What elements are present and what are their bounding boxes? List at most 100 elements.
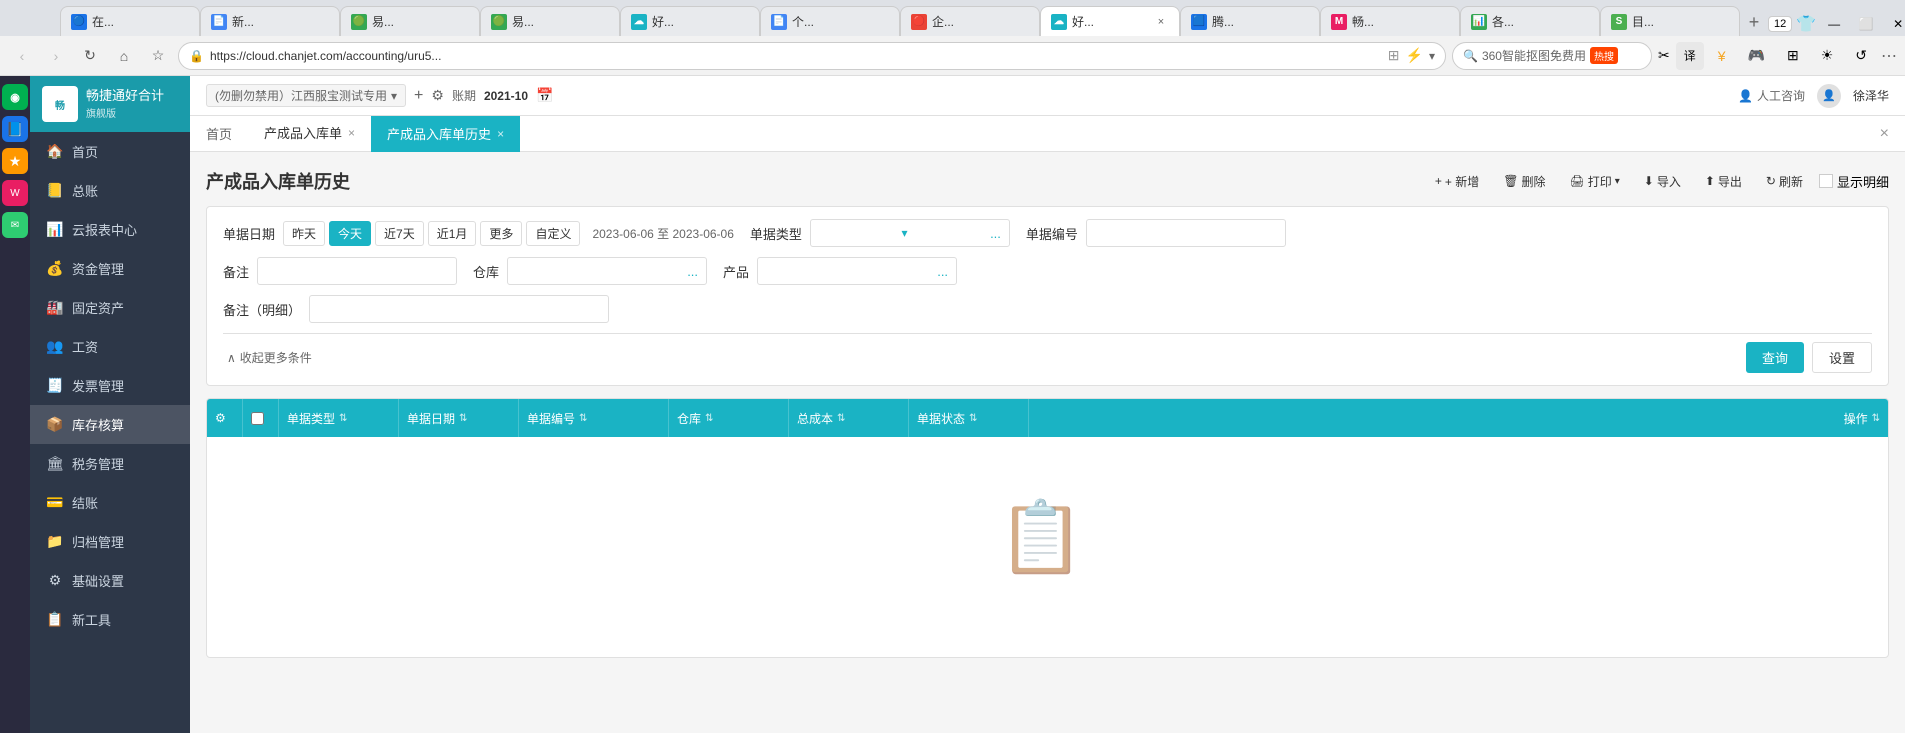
maximize-button[interactable]: ⬜	[1852, 12, 1880, 36]
close-button[interactable]: ✕	[1884, 12, 1905, 36]
sidebar-item-basic[interactable]: ⚙基础设置	[30, 561, 190, 600]
type-ellipsis[interactable]: ...	[990, 226, 1001, 241]
browser-tab-t12[interactable]: S目...	[1600, 6, 1740, 36]
print-button[interactable]: 🖨 打印 ▾	[1561, 169, 1627, 194]
sidebar-item-ledger[interactable]: 📒总账	[30, 171, 190, 210]
type-select[interactable]: ▾ ...	[810, 219, 1010, 247]
account-selector[interactable]: (勿删勿禁用）江西服宝测试专用 ▾	[206, 84, 406, 107]
tab-close-t8[interactable]: ×	[1153, 14, 1169, 30]
table-settings-icon[interactable]: ⚙	[215, 411, 226, 425]
sidebar-item-new_report[interactable]: 📋新工具	[30, 600, 190, 639]
app-icon-orange[interactable]: ★	[2, 148, 28, 174]
sidebar-logo: 畅	[42, 86, 78, 122]
date-filter-自定义[interactable]: 自定义	[526, 221, 580, 246]
warehouse-select[interactable]: ...	[507, 257, 707, 285]
product-select[interactable]: ...	[757, 257, 957, 285]
browser-tab-t8[interactable]: ☁好...×	[1040, 6, 1180, 36]
collapse-button[interactable]: ∧ 收起更多条件	[223, 345, 316, 370]
sidebar-item-inventory[interactable]: 📦库存核算	[30, 405, 190, 444]
browser-tab-t9[interactable]: 🟦腾...	[1180, 6, 1320, 36]
scissors-icon[interactable]: ✂	[1658, 47, 1670, 64]
sun-btn[interactable]: ☀	[1813, 42, 1842, 70]
tab-list-close[interactable]: ×	[348, 126, 355, 140]
refresh-button[interactable]: ↻ 刷新	[1758, 169, 1811, 194]
sidebar-brand-sub: 旗舰版	[86, 105, 164, 120]
date-filter-近7天[interactable]: 近7天	[375, 221, 424, 246]
delete-button[interactable]: 🗑 删除	[1495, 169, 1553, 194]
export-button[interactable]: ⬆ 导出	[1697, 169, 1750, 194]
app-icon-red[interactable]: W	[2, 180, 28, 206]
note-detail-input[interactable]	[309, 295, 609, 323]
tab-icon-t9: 🟦	[1191, 14, 1207, 30]
undo-btn[interactable]: ↺	[1847, 42, 1875, 70]
breadcrumb-home[interactable]: 首页	[206, 124, 232, 143]
th-checkbox[interactable]	[243, 399, 279, 437]
date-filter-更多[interactable]: 更多	[480, 221, 522, 246]
browser-tab-t2[interactable]: 📄新...	[200, 6, 340, 36]
sidebar-item-invoice[interactable]: 🧾发票管理	[30, 366, 190, 405]
home-button[interactable]: ⌂	[110, 42, 138, 70]
new-tab-button[interactable]: +	[1740, 8, 1768, 36]
tab-list-page[interactable]: 产成品入库单 ×	[248, 116, 371, 152]
search-bar[interactable]: 🔍 360智能抠图免费用 热搜	[1452, 42, 1652, 70]
sidebar-icon-tax: 🏛	[46, 455, 64, 472]
browser-tab-t11[interactable]: 📊各...	[1460, 6, 1600, 36]
sidebar-item-payroll[interactable]: 👥工资	[30, 327, 190, 366]
user-avatar[interactable]: 👤	[1817, 84, 1841, 108]
url-bar[interactable]: 🔒 https://cloud.chanjet.com/accounting/u…	[178, 42, 1446, 70]
sidebar-item-fund[interactable]: 💰资金管理	[30, 249, 190, 288]
translate-btn[interactable]: 译	[1676, 42, 1704, 70]
forward-button[interactable]: ›	[42, 42, 70, 70]
browser-tab-t6[interactable]: 📄个...	[760, 6, 900, 36]
browser-tab-t4[interactable]: 🟢易...	[480, 6, 620, 36]
sidebar-item-tax[interactable]: 🏛税务管理	[30, 444, 190, 483]
content-header: (勿删勿禁用）江西服宝测试专用 ▾ + ⚙ 账期 2021-10 📅 👤 人工咨…	[190, 76, 1905, 116]
refresh-button[interactable]: ↻	[76, 42, 104, 70]
minimize-button[interactable]: —	[1820, 12, 1848, 36]
add-account-button[interactable]: +	[414, 87, 423, 105]
warehouse-ellipsis[interactable]: ...	[687, 264, 698, 279]
human-service-button[interactable]: 👤 人工咨询	[1738, 87, 1805, 104]
settings-button[interactable]: 设置	[1812, 342, 1872, 373]
sidebar-item-fixed_asset[interactable]: 🏭固定资产	[30, 288, 190, 327]
date-filter-昨天[interactable]: 昨天	[283, 221, 325, 246]
product-ellipsis[interactable]: ...	[937, 264, 948, 279]
browser-tab-t10[interactable]: M畅...	[1320, 6, 1460, 36]
collapse-section: ∧ 收起更多条件 查询 设置	[223, 333, 1872, 373]
grid-btn[interactable]: ⊞	[1779, 42, 1807, 70]
person-icon: 👤	[1738, 89, 1753, 103]
th-cost: 总成本⇅	[789, 399, 909, 437]
show-detail-checkbox[interactable]	[1819, 174, 1833, 188]
yuan-btn[interactable]: ¥	[1710, 42, 1734, 70]
date-filter-近1月[interactable]: 近1月	[428, 221, 477, 246]
sidebar-item-settlement[interactable]: 💳结账	[30, 483, 190, 522]
close-panel-button[interactable]: ×	[1880, 125, 1905, 143]
sidebar-item-archive[interactable]: 📁归档管理	[30, 522, 190, 561]
back-button[interactable]: ‹	[8, 42, 36, 70]
browser-tab-t1[interactable]: 🔵在...	[60, 6, 200, 36]
note-input[interactable]	[257, 257, 457, 285]
app-icon-green[interactable]: ✉	[2, 212, 28, 238]
dropdown-icon[interactable]: ▾	[1429, 49, 1435, 63]
date-filter-今天[interactable]: 今天	[329, 221, 371, 246]
settings-icon[interactable]: ⚙	[431, 87, 444, 104]
game-btn[interactable]: 🎮	[1740, 42, 1773, 70]
browser-tab-t7[interactable]: 🔴企...	[900, 6, 1040, 36]
sidebar-item-cloud_report[interactable]: 📊云报表中心	[30, 210, 190, 249]
add-button[interactable]: + + 新增	[1427, 169, 1487, 194]
query-button[interactable]: 查询	[1746, 342, 1804, 373]
tab-history-page[interactable]: 产成品入库单历史 ×	[371, 116, 520, 152]
bookmark-button[interactable]: ☆	[144, 42, 172, 70]
sidebar-item-home[interactable]: 🏠首页	[30, 132, 190, 171]
select-all-checkbox[interactable]	[251, 412, 264, 425]
calendar-icon[interactable]: 📅	[536, 87, 553, 104]
number-input[interactable]	[1086, 219, 1286, 247]
browser-tab-t5[interactable]: ☁好...	[620, 6, 760, 36]
import-button[interactable]: ⬇ 导入	[1636, 169, 1689, 194]
th-settings[interactable]: ⚙	[207, 399, 243, 437]
more-btn[interactable]: ⋯	[1881, 46, 1897, 66]
app-icon-blue[interactable]: 📘	[2, 116, 28, 142]
app-icon-360[interactable]: ◉	[2, 84, 28, 110]
browser-tab-t3[interactable]: 🟢易...	[340, 6, 480, 36]
tab-history-close[interactable]: ×	[497, 127, 504, 141]
